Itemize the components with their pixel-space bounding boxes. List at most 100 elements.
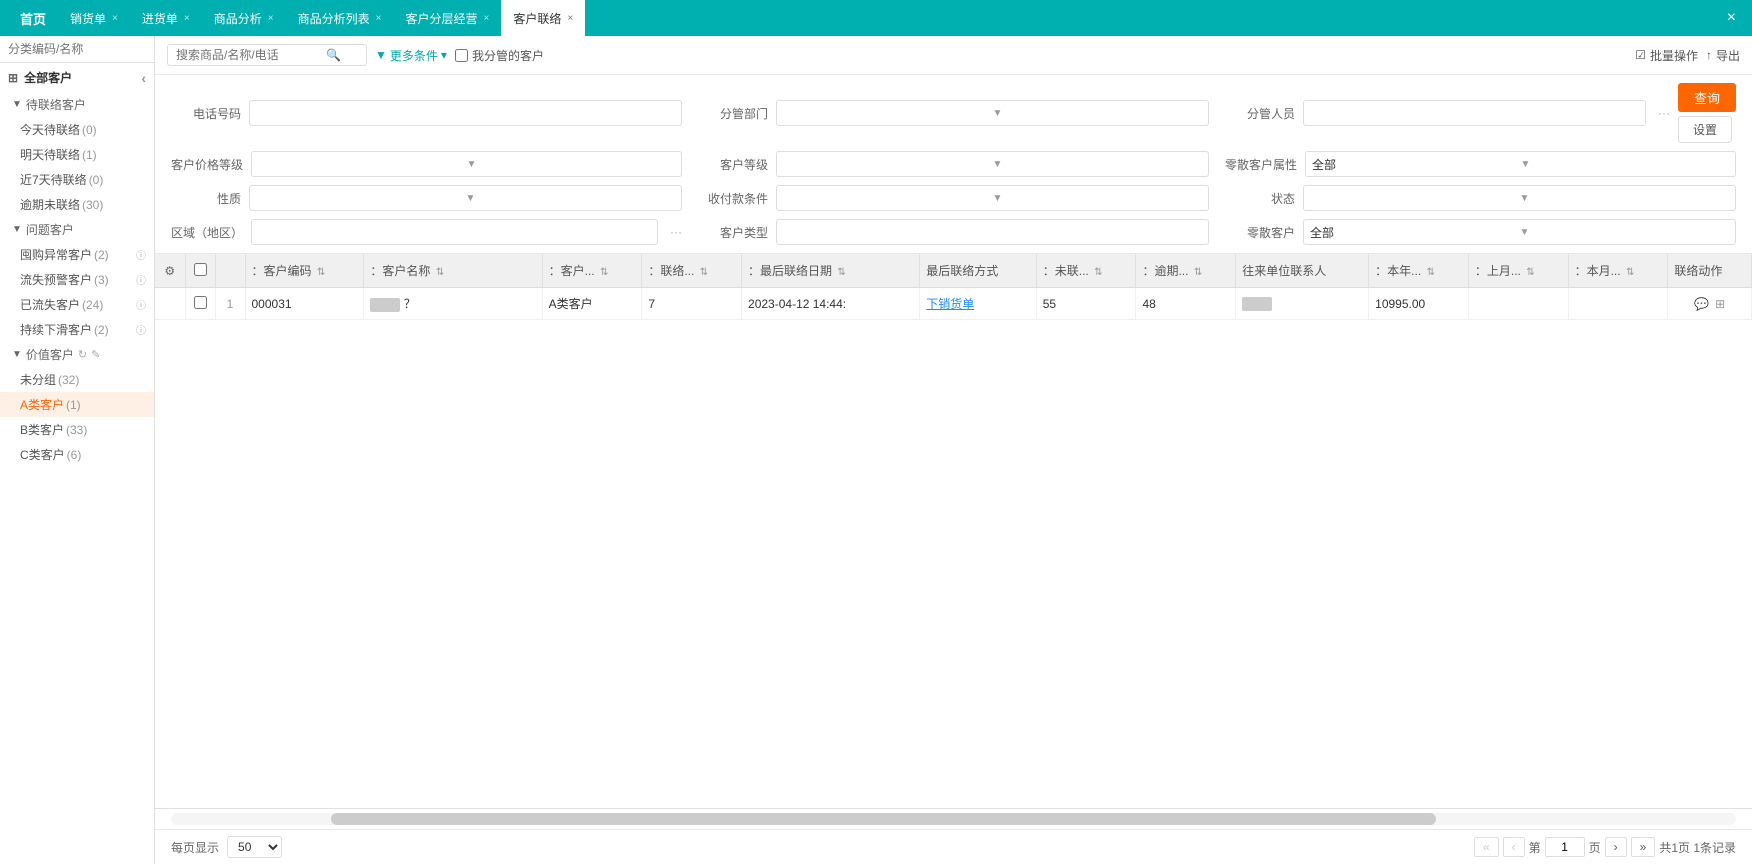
payment-select[interactable]: ▼ (776, 185, 1209, 211)
sidebar-item-unclassified[interactable]: 未分组(32) (0, 367, 154, 392)
sidebar-item-churn-warning[interactable]: 流失预警客户(3) ⓘ (0, 267, 154, 292)
sidebar-group-pending[interactable]: ▼ 待联络客户 (0, 92, 154, 117)
nature-select[interactable]: ▼ (249, 185, 682, 211)
sidebar-item-abnormal-purchase[interactable]: 囤购异常客户(2) ⓘ (0, 242, 154, 267)
refresh-icon[interactable]: ↻ (78, 348, 87, 361)
customer-type-input[interactable] (776, 219, 1209, 245)
sidebar-search-input[interactable] (8, 42, 155, 56)
scattered-attr-select[interactable]: 全部 ▼ (1305, 151, 1736, 177)
sidebar-item-tomorrow-pending[interactable]: 明天待联络(1) (0, 142, 154, 167)
info-icon: ⓘ (136, 247, 146, 262)
gear-header[interactable]: ⚙ (155, 254, 185, 288)
row-num-header (215, 254, 245, 288)
filter-search-input[interactable] (176, 48, 326, 62)
type-header[interactable]: ：客户... ⇅ (542, 254, 642, 288)
sidebar-group-problem[interactable]: ▼ 问题客户 (0, 217, 154, 242)
page-nav: « ‹ 第 页 › » 共1页 1条记录 (1474, 837, 1736, 857)
chevron-down-icon: ▼ (467, 159, 676, 170)
close-icon[interactable]: × (483, 13, 489, 24)
this-year-header[interactable]: ：本年... ⇅ (1369, 254, 1469, 288)
more-icon[interactable]: ··· (1658, 106, 1670, 120)
last-page-button[interactable]: » (1631, 837, 1656, 857)
close-icon[interactable]: × (112, 13, 118, 24)
sidebar-group-value[interactable]: ▼ 价值客户 ↻ ✎ (0, 342, 154, 367)
edit-icon[interactable]: ✎ (91, 348, 100, 361)
customer-type-label: 客户类型 (698, 224, 768, 241)
price-level-select[interactable]: ▼ (251, 151, 682, 177)
dept-select[interactable]: ▼ (776, 100, 1209, 126)
horizontal-scrollbar[interactable] (171, 813, 1736, 825)
my-customers-check[interactable] (455, 49, 468, 62)
sidebar-item-class-c[interactable]: C类客户(6) (0, 442, 154, 467)
method-link[interactable]: 下销货单 (926, 297, 974, 311)
last-month-header[interactable]: ：上月... ⇅ (1468, 254, 1568, 288)
region-label: 区域（地区） (171, 224, 243, 241)
close-icon[interactable]: × (567, 13, 573, 24)
more-icon[interactable]: ··· (670, 225, 682, 239)
scrollbar-thumb[interactable] (331, 813, 1436, 825)
nav-tab-sales[interactable]: 销货单 × (58, 0, 130, 36)
name-header[interactable]: ：客户名称 ⇅ (364, 254, 542, 288)
manager-select[interactable] (1303, 100, 1646, 126)
settings-button[interactable]: 设置 (1678, 116, 1732, 143)
chat-icon[interactable]: 💬 (1694, 297, 1709, 311)
sort-icon: ⇅ (317, 267, 325, 278)
last-contact-date-header[interactable]: ：最后联络日期 ⇅ (742, 254, 920, 288)
overdue-header[interactable]: ：逾期... ⇅ (1136, 254, 1236, 288)
nav-tab-product-analysis[interactable]: 商品分析 × (202, 0, 286, 36)
prev-page-button[interactable]: ‹ (1503, 837, 1525, 857)
more-filters-button[interactable]: ▼ 更多条件 ▾ (375, 47, 447, 64)
export-button[interactable]: ↑ 导出 (1706, 47, 1740, 64)
scattered-select[interactable]: 全部 ▼ (1303, 219, 1736, 245)
this-year-amount-cell: 10995.00 (1369, 288, 1469, 320)
filter-row-customer-level: 客户等级 ▼ (698, 151, 1209, 177)
select-all-checkbox[interactable] (194, 263, 207, 276)
page-number-input[interactable] (1545, 837, 1585, 857)
nav-tab-purchase[interactable]: 进货单 × (130, 0, 202, 36)
row-checkbox-cell[interactable] (185, 288, 215, 320)
info-icon: ⓘ (136, 272, 146, 287)
first-page-button[interactable]: « (1474, 837, 1499, 857)
nav-tab-product-list[interactable]: 商品分析列表 × (286, 0, 394, 36)
status-select[interactable]: ▼ (1303, 185, 1736, 211)
sidebar-item-class-a[interactable]: A类客户(1) (0, 392, 154, 417)
close-icon[interactable]: × (268, 13, 274, 24)
last-contact-method-header: 最后联络方式 (920, 254, 1037, 288)
close-icon[interactable]: × (184, 13, 190, 24)
collapse-button[interactable]: ‹ (141, 70, 146, 86)
row-checkbox[interactable] (194, 296, 207, 309)
search-icon[interactable]: 🔍 (326, 48, 341, 62)
sidebar-item-today-pending[interactable]: 今天待联络(0) (0, 117, 154, 142)
contact-header[interactable]: ：联络... ⇅ (642, 254, 742, 288)
page-size-select[interactable]: 50 100 (227, 836, 282, 858)
grid-action-icon[interactable]: ⊞ (1715, 297, 1725, 311)
sidebar-item-7day-pending[interactable]: 近7天待联络(0) (0, 167, 154, 192)
sidebar-item-class-b[interactable]: B类客户(33) (0, 417, 154, 442)
next-page-button[interactable]: › (1605, 837, 1627, 857)
customer-level-select[interactable]: ▼ (776, 151, 1209, 177)
uncontacted-header[interactable]: ：未联... ⇅ (1036, 254, 1136, 288)
sidebar-item-overdue-uncontacted[interactable]: 逾期未联络(30) (0, 192, 154, 217)
my-customers-checkbox[interactable]: 我分管的客户 (455, 47, 544, 64)
nav-tab-home[interactable]: 首页 (8, 0, 58, 36)
chevron-down-icon: ▼ (993, 193, 1203, 204)
filter-row-customer-type: 客户类型 (698, 219, 1209, 245)
scattered-label: 零散客户 (1225, 224, 1295, 241)
region-select[interactable] (251, 219, 658, 245)
nav-tab-customer-layer[interactable]: 客户分层经营 × (393, 0, 501, 36)
code-header[interactable]: ：客户编码 ⇅ (245, 254, 364, 288)
phone-input[interactable] (249, 100, 682, 126)
last-contact-method-cell[interactable]: 下销货单 (920, 288, 1037, 320)
select-all-header[interactable] (185, 254, 215, 288)
batch-ops-button[interactable]: ☑ 批量操作 (1635, 47, 1698, 64)
query-button[interactable]: 查询 (1678, 83, 1736, 112)
total-text: 共1页 1条记录 (1659, 839, 1736, 856)
nature-label: 性质 (171, 190, 241, 207)
this-month-header[interactable]: ：本月... ⇅ (1568, 254, 1668, 288)
close-all-button[interactable]: × (1719, 9, 1744, 27)
sidebar-item-declining[interactable]: 持续下滑客户(2) ⓘ (0, 317, 154, 342)
arrow-icon: ▼ (12, 224, 22, 235)
nav-tab-customer-contact[interactable]: 客户联络 × (501, 0, 585, 36)
close-icon[interactable]: × (376, 13, 382, 24)
sidebar-item-churned[interactable]: 已流失客户(24) ⓘ (0, 292, 154, 317)
